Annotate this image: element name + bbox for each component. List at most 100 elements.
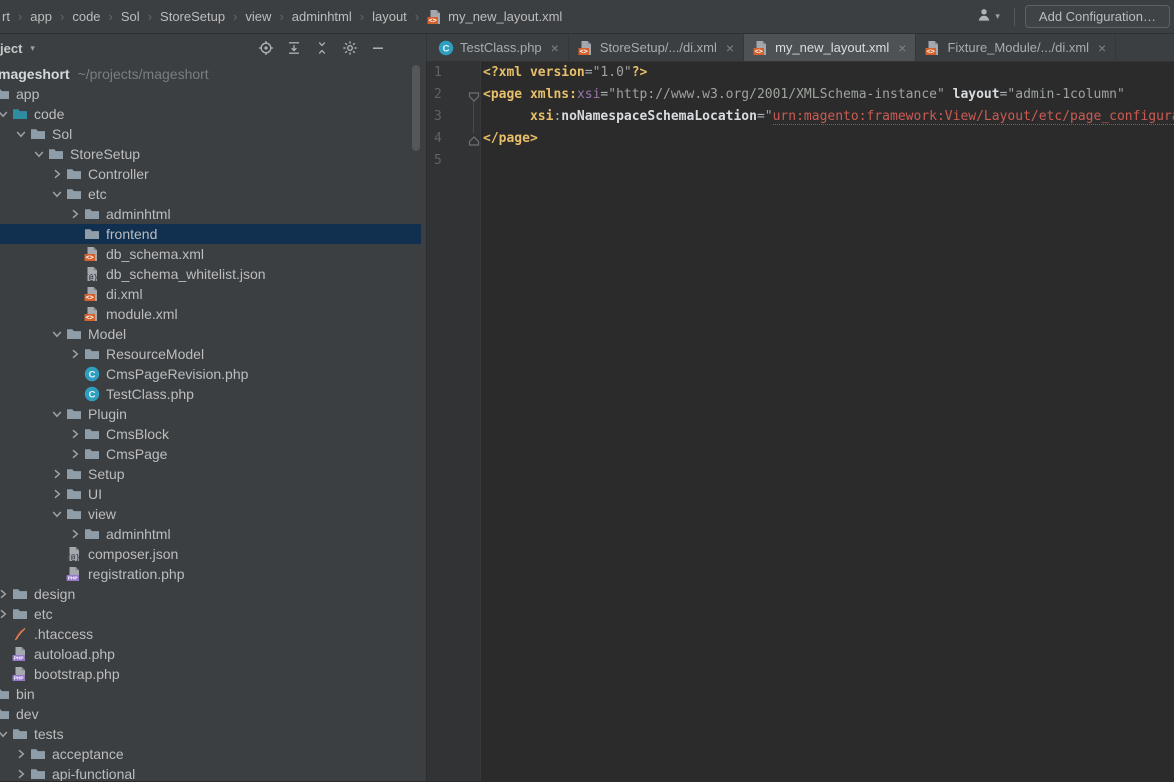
chevron-down-icon[interactable] (49, 506, 65, 522)
tree-item-tests[interactable]: tests (0, 724, 421, 744)
tree-item-di-xml[interactable]: <>di.xml (0, 284, 421, 304)
project-tool-window-header[interactable]: ject ▾ (0, 34, 427, 62)
tree-scrollbar-thumb[interactable] (412, 65, 420, 151)
chevron-down-icon[interactable] (49, 186, 65, 202)
tree-item-etc[interactable]: etc (0, 604, 421, 624)
collapse-all-icon[interactable] (314, 40, 330, 56)
tree-item-code[interactable]: code (0, 104, 421, 124)
tree-item-db-schema-whitelist-json[interactable]: {@}db_schema_whitelist.json (0, 264, 421, 284)
tree-item-adminhtml[interactable]: adminhtml (0, 524, 421, 544)
tree-item-storesetup[interactable]: StoreSetup (0, 144, 421, 164)
tree-item-sol[interactable]: Sol (0, 124, 421, 144)
chevron-right-icon[interactable] (13, 766, 29, 781)
code-token: " (765, 109, 773, 124)
tree-item-bin[interactable]: bin (0, 684, 421, 704)
tree-item-registration-php[interactable]: PHPregistration.php (0, 564, 421, 584)
breadcrumb-item-code[interactable]: code (70, 9, 102, 24)
tree-item-mageshort[interactable]: mageshort~/projects/mageshort (0, 64, 421, 84)
code-line[interactable]: <page xmlns:xsi="http://www.w3.org/2001/… (483, 84, 1174, 106)
breadcrumb-item-layout[interactable]: layout (370, 9, 409, 24)
chevron-right-icon[interactable] (67, 526, 83, 542)
file-xml-icon: <> (84, 306, 100, 322)
tree-item-dev[interactable]: dev (0, 704, 421, 724)
code-token (522, 65, 530, 80)
breadcrumb-item-storesetup[interactable]: StoreSetup (158, 9, 227, 24)
chevron-right-icon[interactable] (67, 206, 83, 222)
settings-icon[interactable] (342, 40, 358, 56)
editor-code-area[interactable]: <?xml version="1.0"?><page xmlns:xsi="ht… (481, 62, 1174, 781)
chevron-right-icon[interactable] (49, 486, 65, 502)
svg-text:{@}: {@} (66, 553, 80, 562)
tree-item-view[interactable]: view (0, 504, 421, 524)
tree-item-resourcemodel[interactable]: ResourceModel (0, 344, 421, 364)
expand-all-icon[interactable] (286, 40, 302, 56)
tree-item-module-xml[interactable]: <>module.xml (0, 304, 421, 324)
code-line[interactable]: <?xml version="1.0"?> (483, 62, 1174, 84)
code-editor[interactable]: 12345 <?xml version="1.0"?><page xmlns:x… (427, 62, 1174, 781)
chevron-down-icon[interactable] (49, 406, 65, 422)
code-token: <?xml (483, 65, 522, 80)
tree-item-setup[interactable]: Setup (0, 464, 421, 484)
add-configuration-button[interactable]: Add Configuration… (1025, 5, 1170, 28)
tree-item-testclass-php[interactable]: CTestClass.php (0, 384, 421, 404)
tree-item-cmspagerevision-php[interactable]: CCmsPageRevision.php (0, 364, 421, 384)
tree-item-model[interactable]: Model (0, 324, 421, 344)
tree-item-htaccess[interactable]: .htaccess (0, 624, 421, 644)
breadcrumb-item-rt[interactable]: rt (0, 9, 12, 24)
breadcrumb-item-app[interactable]: app (28, 9, 54, 24)
tree-item-db-schema-xml[interactable]: <>db_schema.xml (0, 244, 421, 264)
user-menu[interactable]: ▾ (972, 5, 1004, 28)
chevron-down-icon[interactable] (0, 726, 11, 742)
project-tree[interactable]: mageshort~/projects/mageshortappcodeSolS… (0, 62, 427, 781)
chevron-right-icon[interactable] (67, 346, 83, 362)
chevron-down-icon[interactable] (13, 126, 29, 142)
chevron-down-icon[interactable] (31, 146, 47, 162)
chevron-down-icon[interactable] (49, 326, 65, 342)
chevron-right-icon[interactable] (49, 466, 65, 482)
tab-fixture-module-di-xml[interactable]: <>Fixture_Module/.../di.xml× (916, 34, 1116, 61)
code-line[interactable]: xsi:noNamespaceSchemaLocation="urn:magen… (483, 106, 1174, 128)
tree-item-acceptance[interactable]: acceptance (0, 744, 421, 764)
tree-item-autoload-php[interactable]: PHPautoload.php (0, 644, 421, 664)
hide-icon[interactable] (370, 40, 386, 56)
tree-item-composer-json[interactable]: {@}composer.json (0, 544, 421, 564)
close-icon[interactable]: × (1098, 41, 1106, 55)
tree-item-design[interactable]: design (0, 584, 421, 604)
chevron-right-icon[interactable] (13, 746, 29, 762)
close-icon[interactable]: × (551, 41, 559, 55)
tree-item-label: Plugin (88, 406, 127, 422)
chevron-right-icon[interactable] (0, 586, 11, 602)
close-icon[interactable]: × (898, 41, 906, 55)
tab-storesetup-di-xml[interactable]: <>StoreSetup/.../di.xml× (569, 34, 744, 61)
tree-item-plugin[interactable]: Plugin (0, 404, 421, 424)
tree-item-ui[interactable]: UI (0, 484, 421, 504)
tree-item-bootstrap-php[interactable]: PHPbootstrap.php (0, 664, 421, 684)
fold-up-icon[interactable] (468, 133, 479, 144)
close-icon[interactable]: × (726, 41, 734, 55)
chevron-right-icon[interactable] (49, 166, 65, 182)
tree-item-controller[interactable]: Controller (0, 164, 421, 184)
chevron-right-icon[interactable] (67, 446, 83, 462)
tree-item-adminhtml[interactable]: adminhtml (0, 204, 421, 224)
chevron-right-icon[interactable] (0, 606, 11, 622)
breadcrumb-item-view[interactable]: view (243, 9, 273, 24)
chevron-down-icon[interactable] (0, 106, 11, 122)
tree-item-etc[interactable]: etc (0, 184, 421, 204)
folder-source-icon (12, 106, 28, 122)
tab-testclass-php[interactable]: CTestClass.php× (429, 34, 569, 61)
secondary-bar: ject ▾ CTestClass.php×<>StoreSetup/.../d… (0, 34, 1174, 62)
tab-my-new-layout-xml[interactable]: <>my_new_layout.xml× (744, 34, 916, 61)
chevron-right-icon[interactable] (67, 426, 83, 442)
breadcrumb-item-adminhtml[interactable]: adminhtml (290, 9, 354, 24)
tree-item-api-functional[interactable]: api-functional (0, 764, 421, 781)
breadcrumb-item-sol[interactable]: Sol (119, 9, 142, 24)
fold-down-icon[interactable] (468, 89, 479, 100)
code-line[interactable] (483, 150, 1174, 172)
locate-icon[interactable] (258, 40, 274, 56)
breadcrumb-item-my-new-layout-xml[interactable]: <>my_new_layout.xml (425, 9, 564, 25)
tree-item-cmsblock[interactable]: CmsBlock (0, 424, 421, 444)
code-line[interactable]: </page> (483, 128, 1174, 150)
tree-item-cmspage[interactable]: CmsPage (0, 444, 421, 464)
tree-item-frontend[interactable]: frontend (0, 224, 421, 244)
tree-item-app[interactable]: app (0, 84, 421, 104)
